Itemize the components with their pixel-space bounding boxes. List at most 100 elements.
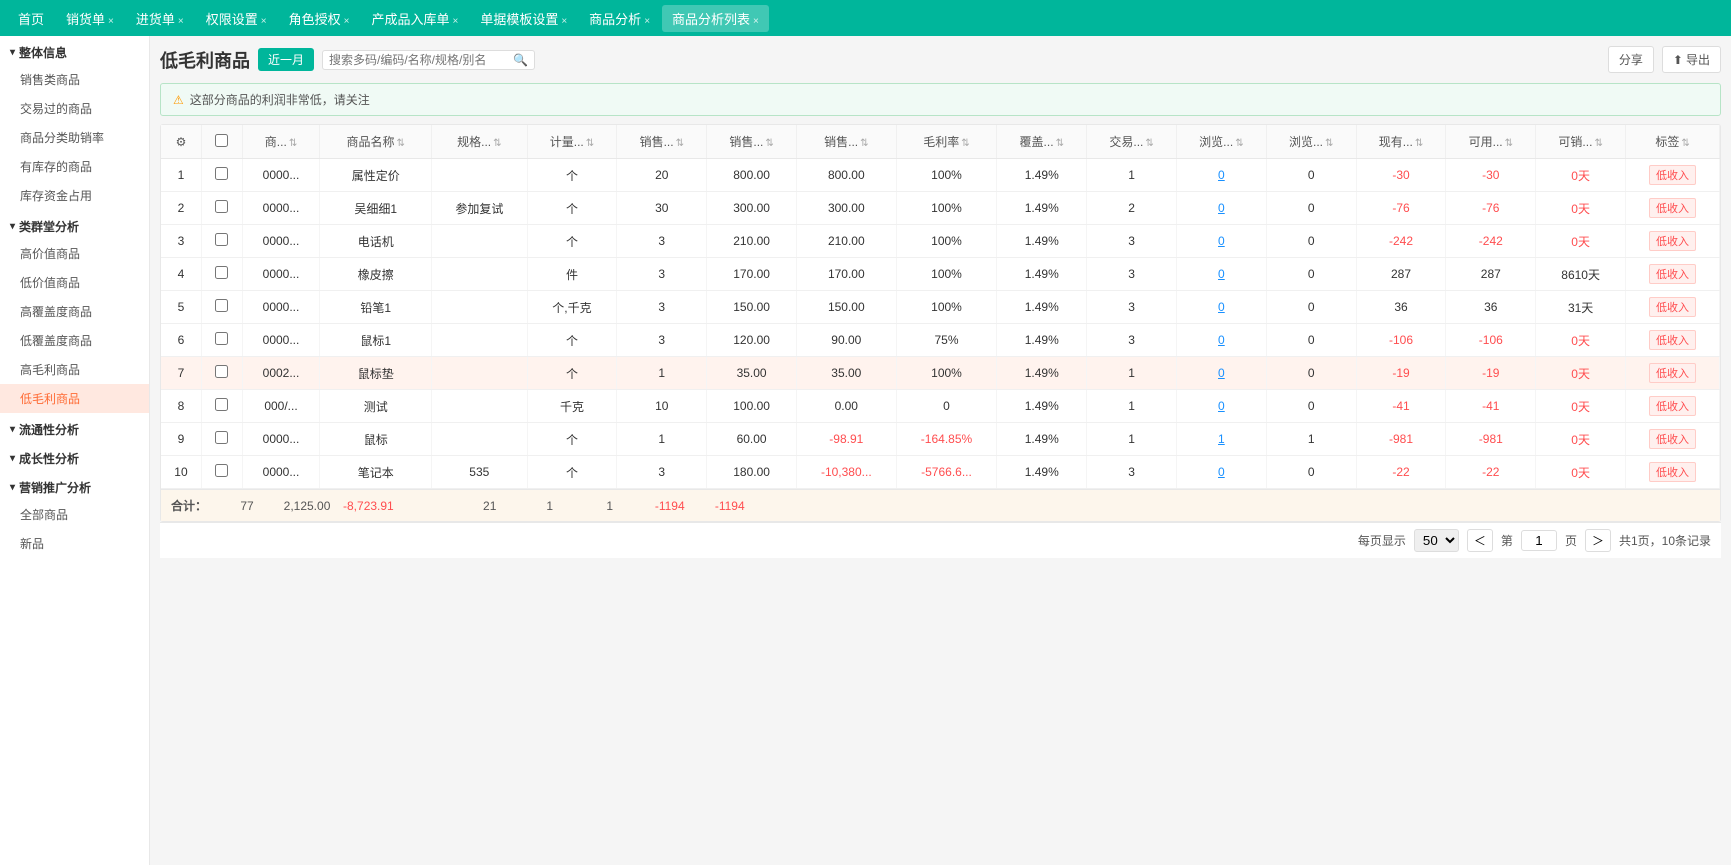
nav-close-icon[interactable]: ×	[561, 16, 567, 27]
cell-browse1[interactable]: 0	[1176, 258, 1266, 291]
sort-icon-sale_amount[interactable]: ⇅	[860, 138, 868, 149]
sidebar-item-全部商品[interactable]: 全部商品	[0, 500, 149, 529]
share-button[interactable]: 分享	[1608, 46, 1654, 73]
nav-close-icon[interactable]: ×	[261, 16, 267, 27]
cell-browse1[interactable]: 0	[1176, 291, 1266, 324]
cell-checkbox[interactable]	[201, 192, 242, 225]
cell-browse1[interactable]: 0	[1176, 357, 1266, 390]
col-header-cover_rate[interactable]: 覆盖...⇅	[997, 125, 1087, 159]
cell-browse1[interactable]: 0	[1176, 456, 1266, 489]
nav-item-商品分析列表[interactable]: 商品分析列表×	[662, 5, 769, 32]
row-checkbox[interactable]	[215, 431, 228, 444]
col-header-settings[interactable]: ⚙	[161, 125, 201, 159]
sidebar-group-整体信息[interactable]: ▾整体信息	[0, 36, 149, 65]
sidebar-item-交易过的商品[interactable]: 交易过的商品	[0, 94, 149, 123]
col-header-trade_count[interactable]: 交易...⇅	[1087, 125, 1177, 159]
col-header-sale_qty[interactable]: 销售...⇅	[617, 125, 707, 159]
row-checkbox[interactable]	[215, 464, 228, 477]
sidebar-item-高覆盖度商品[interactable]: 高覆盖度商品	[0, 297, 149, 326]
sidebar-item-低覆盖度商品[interactable]: 低覆盖度商品	[0, 326, 149, 355]
cell-browse1[interactable]: 0	[1176, 225, 1266, 258]
col-header-unit[interactable]: 计量...⇅	[527, 125, 617, 159]
sidebar-item-新品[interactable]: 新品	[0, 529, 149, 558]
cell-browse1[interactable]: 0	[1176, 324, 1266, 357]
cell-browse1[interactable]: 1	[1176, 423, 1266, 456]
cell-checkbox[interactable]	[201, 390, 242, 423]
cell-checkbox[interactable]	[201, 423, 242, 456]
nav-close-icon[interactable]: ×	[178, 16, 184, 27]
sort-icon-name[interactable]: ⇅	[397, 138, 405, 149]
sidebar-group-流通性分析[interactable]: ▾流通性分析	[0, 413, 149, 442]
sidebar-item-商品分类助销率[interactable]: 商品分类助销率	[0, 123, 149, 152]
cell-browse1[interactable]: 0	[1176, 159, 1266, 192]
col-header-current_stock[interactable]: 现有...⇅	[1356, 125, 1446, 159]
browse-link[interactable]: 0	[1218, 366, 1225, 380]
row-checkbox[interactable]	[215, 332, 228, 345]
nav-item-商品分析[interactable]: 商品分析×	[579, 5, 660, 32]
col-header-code[interactable]: 商...⇅	[242, 125, 320, 159]
sort-icon-browse2[interactable]: ⇅	[1325, 138, 1333, 149]
nav-close-icon[interactable]: ×	[108, 16, 114, 27]
nav-item-角色授权[interactable]: 角色授权×	[279, 5, 360, 32]
nav-item-权限设置[interactable]: 权限设置×	[196, 5, 277, 32]
page-input[interactable]	[1521, 530, 1557, 551]
cell-browse1[interactable]: 0	[1176, 192, 1266, 225]
browse-link[interactable]: 0	[1218, 465, 1225, 479]
col-header-spec[interactable]: 规格...⇅	[432, 125, 527, 159]
row-checkbox[interactable]	[215, 398, 228, 411]
sidebar-item-低毛利商品[interactable]: 低毛利商品	[0, 384, 149, 413]
col-header-gross_rate[interactable]: 毛利率⇅	[896, 125, 997, 159]
row-checkbox[interactable]	[215, 299, 228, 312]
nav-close-icon[interactable]: ×	[644, 16, 650, 27]
sort-icon-unit[interactable]: ⇅	[586, 138, 594, 149]
sidebar-item-高毛利商品[interactable]: 高毛利商品	[0, 355, 149, 384]
export-button[interactable]: ⬆ 导出	[1662, 46, 1721, 73]
browse-link[interactable]: 0	[1218, 201, 1225, 215]
browse-link[interactable]: 0	[1218, 399, 1225, 413]
sort-icon-code[interactable]: ⇅	[289, 138, 297, 149]
nav-item-单据模板设置[interactable]: 单据模板设置×	[470, 5, 577, 32]
browse-link[interactable]: 0	[1218, 168, 1225, 182]
next-page-button[interactable]: ＞	[1585, 529, 1611, 552]
nav-close-icon[interactable]: ×	[344, 16, 350, 27]
sidebar-item-高价值商品[interactable]: 高价值商品	[0, 239, 149, 268]
sidebar-group-类群堂分析[interactable]: ▾类群堂分析	[0, 210, 149, 239]
cell-checkbox[interactable]	[201, 291, 242, 324]
col-header-sale_amount[interactable]: 销售...⇅	[796, 125, 896, 159]
browse-link[interactable]: 0	[1218, 300, 1225, 314]
sort-icon-spec[interactable]: ⇅	[493, 138, 501, 149]
col-header-saleable[interactable]: 可销...⇅	[1536, 125, 1626, 159]
nav-close-icon[interactable]: ×	[753, 16, 759, 27]
col-header-checkbox[interactable]	[201, 125, 242, 159]
row-checkbox[interactable]	[215, 266, 228, 279]
col-header-available[interactable]: 可用...⇅	[1446, 125, 1536, 159]
search-icon[interactable]: 🔍	[513, 53, 528, 67]
sidebar-item-有库存的商品[interactable]: 有库存的商品	[0, 152, 149, 181]
cell-checkbox[interactable]	[201, 456, 242, 489]
select-all-checkbox[interactable]	[215, 134, 228, 147]
nav-item-首页[interactable]: 首页	[8, 5, 54, 32]
cell-browse1[interactable]: 0	[1176, 390, 1266, 423]
settings-icon[interactable]: ⚙	[176, 135, 187, 149]
col-header-browse1[interactable]: 浏览...⇅	[1176, 125, 1266, 159]
row-checkbox[interactable]	[215, 233, 228, 246]
browse-link[interactable]: 0	[1218, 267, 1225, 281]
row-checkbox[interactable]	[215, 167, 228, 180]
search-input[interactable]	[329, 53, 509, 67]
sort-icon-sale_qty[interactable]: ⇅	[676, 138, 684, 149]
nav-item-进货单[interactable]: 进货单×	[126, 5, 194, 32]
sort-icon-browse1[interactable]: ⇅	[1235, 138, 1243, 149]
sidebar-group-成长性分析[interactable]: ▾成长性分析	[0, 442, 149, 471]
sort-icon-cover_rate[interactable]: ⇅	[1056, 138, 1064, 149]
browse-link[interactable]: 0	[1218, 234, 1225, 248]
prev-page-button[interactable]: ＜	[1467, 529, 1493, 552]
row-checkbox[interactable]	[215, 365, 228, 378]
browse-link[interactable]: 0	[1218, 333, 1225, 347]
cell-checkbox[interactable]	[201, 159, 242, 192]
sort-icon-tag[interactable]: ⇅	[1681, 138, 1689, 149]
row-checkbox[interactable]	[215, 200, 228, 213]
page-size-select[interactable]: 50	[1414, 529, 1459, 552]
sort-icon-trade_count[interactable]: ⇅	[1145, 138, 1153, 149]
nav-item-产成品入库单[interactable]: 产成品入库单×	[361, 5, 468, 32]
sort-icon-available[interactable]: ⇅	[1505, 138, 1513, 149]
